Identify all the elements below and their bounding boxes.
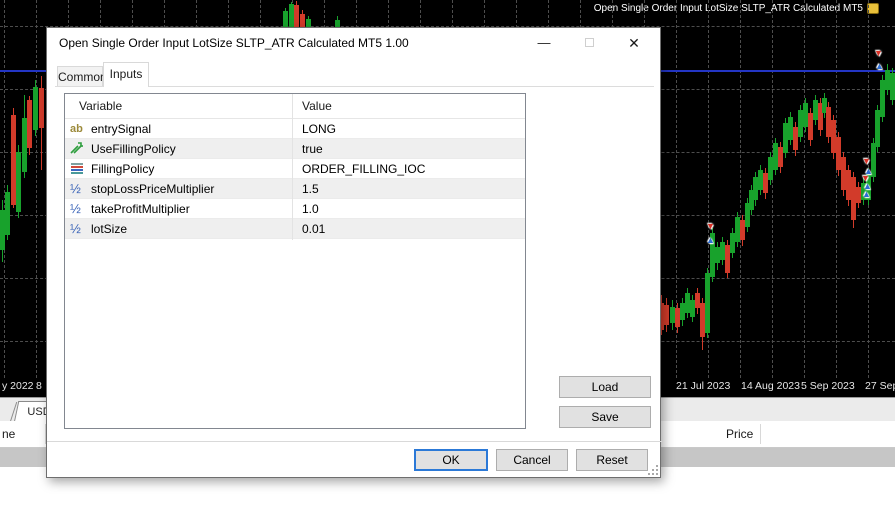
inputs-rows: ab entrySignal LONG UseFillingPolicy true Fil… [65, 119, 525, 239]
time-axis-label: 27 Sep [865, 380, 895, 392]
close-button[interactable]: ✕ [619, 31, 649, 55]
input-row-lotSize[interactable]: ½ lotSize 0.01 [65, 219, 525, 239]
sell-arrow-marker: ▼ [862, 156, 871, 166]
variable-name: stopLossPriceMultiplier [91, 182, 215, 196]
variable-value[interactable]: true [302, 142, 323, 156]
time-axis-label: 8 [36, 380, 42, 392]
inputs-table: Variable Value ab entrySignal LONG UseFilli… [64, 93, 526, 429]
sell-arrow-marker: ▼ [706, 221, 715, 231]
dialog-title-bar[interactable]: Open Single Order Input LotSize SLTP_ATR… [47, 28, 660, 57]
variable-name: takeProfitMultiplier [91, 202, 190, 216]
toolbox-col-time: ne [2, 427, 16, 441]
ea-label-text: Open Single Order Input LotSize SLTP_ATR… [593, 3, 863, 14]
maximize-button [574, 31, 604, 55]
tab-inputs[interactable]: Inputs [103, 62, 149, 87]
column-divider [292, 94, 293, 240]
cancel-button[interactable]: Cancel [496, 449, 568, 471]
load-button[interactable]: Load [559, 376, 651, 398]
tab-common[interactable]: Common [57, 66, 107, 87]
reset-button[interactable]: Reset [576, 449, 648, 471]
variable-name: lotSize [91, 222, 128, 236]
buy-arrow-marker: ▲ [862, 189, 871, 199]
string-icon: ab [70, 123, 83, 135]
variable-name: entrySignal [91, 122, 152, 136]
time-axis-label: y 2022 [2, 380, 34, 392]
footer-separator [47, 441, 662, 442]
buy-arrow-marker: ▲ [875, 61, 884, 71]
ok-button[interactable]: OK [414, 449, 488, 471]
variable-value[interactable]: 1.5 [302, 182, 319, 196]
variable-value[interactable]: 1.0 [302, 202, 319, 216]
input-row-takeProfitMultiplier[interactable]: ½ takeProfitMultiplier 1.0 [65, 199, 525, 219]
input-row-entrySignal[interactable]: ab entrySignal LONG [65, 119, 525, 139]
column-header-variable: Variable [79, 99, 123, 113]
variable-value[interactable]: 0.01 [302, 222, 325, 236]
variable-name: UseFillingPolicy [91, 142, 176, 156]
enum-icon [70, 161, 88, 177]
variable-value[interactable]: LONG [302, 122, 336, 136]
variable-value[interactable]: ORDER_FILLING_IOC [302, 162, 425, 176]
toolbox-col-price: Price [726, 427, 754, 441]
variable-name: FillingPolicy [91, 162, 155, 176]
input-row-FillingPolicy[interactable]: FillingPolicy ORDER_FILLING_IOC [65, 159, 525, 179]
maximize-icon [584, 38, 594, 47]
time-axis-label: 21 Jul 2023 [676, 380, 731, 392]
time-axis-label: 14 Aug 2023 [741, 380, 800, 392]
dialog-title: Open Single Order Input LotSize SLTP_ATR… [59, 36, 409, 50]
double-icon: ½ [70, 201, 81, 216]
save-button[interactable]: Save [559, 406, 651, 428]
buy-arrow-marker: ▲ [706, 235, 715, 245]
screen: Open Single Order Input LotSize SLTP_ATR… [0, 0, 895, 511]
bool-icon [70, 141, 88, 157]
sell-arrow-marker: ▼ [874, 48, 883, 58]
minimize-button[interactable]: — [529, 31, 559, 55]
expert-properties-dialog: Open Single Order Input LotSize SLTP_ATR… [46, 27, 662, 478]
column-separator [760, 424, 761, 444]
input-row-UseFillingPolicy[interactable]: UseFillingPolicy true [65, 139, 525, 159]
double-icon: ½ [70, 221, 81, 236]
column-header-value: Value [302, 99, 332, 113]
double-icon: ½ [70, 181, 81, 196]
resize-grip[interactable] [648, 465, 659, 476]
input-row-stopLossPriceMultiplier[interactable]: ½ stopLossPriceMultiplier 1.5 [65, 179, 525, 199]
time-axis-label: 5 Sep 2023 [801, 380, 855, 392]
inputs-table-header: Variable Value [65, 94, 525, 119]
